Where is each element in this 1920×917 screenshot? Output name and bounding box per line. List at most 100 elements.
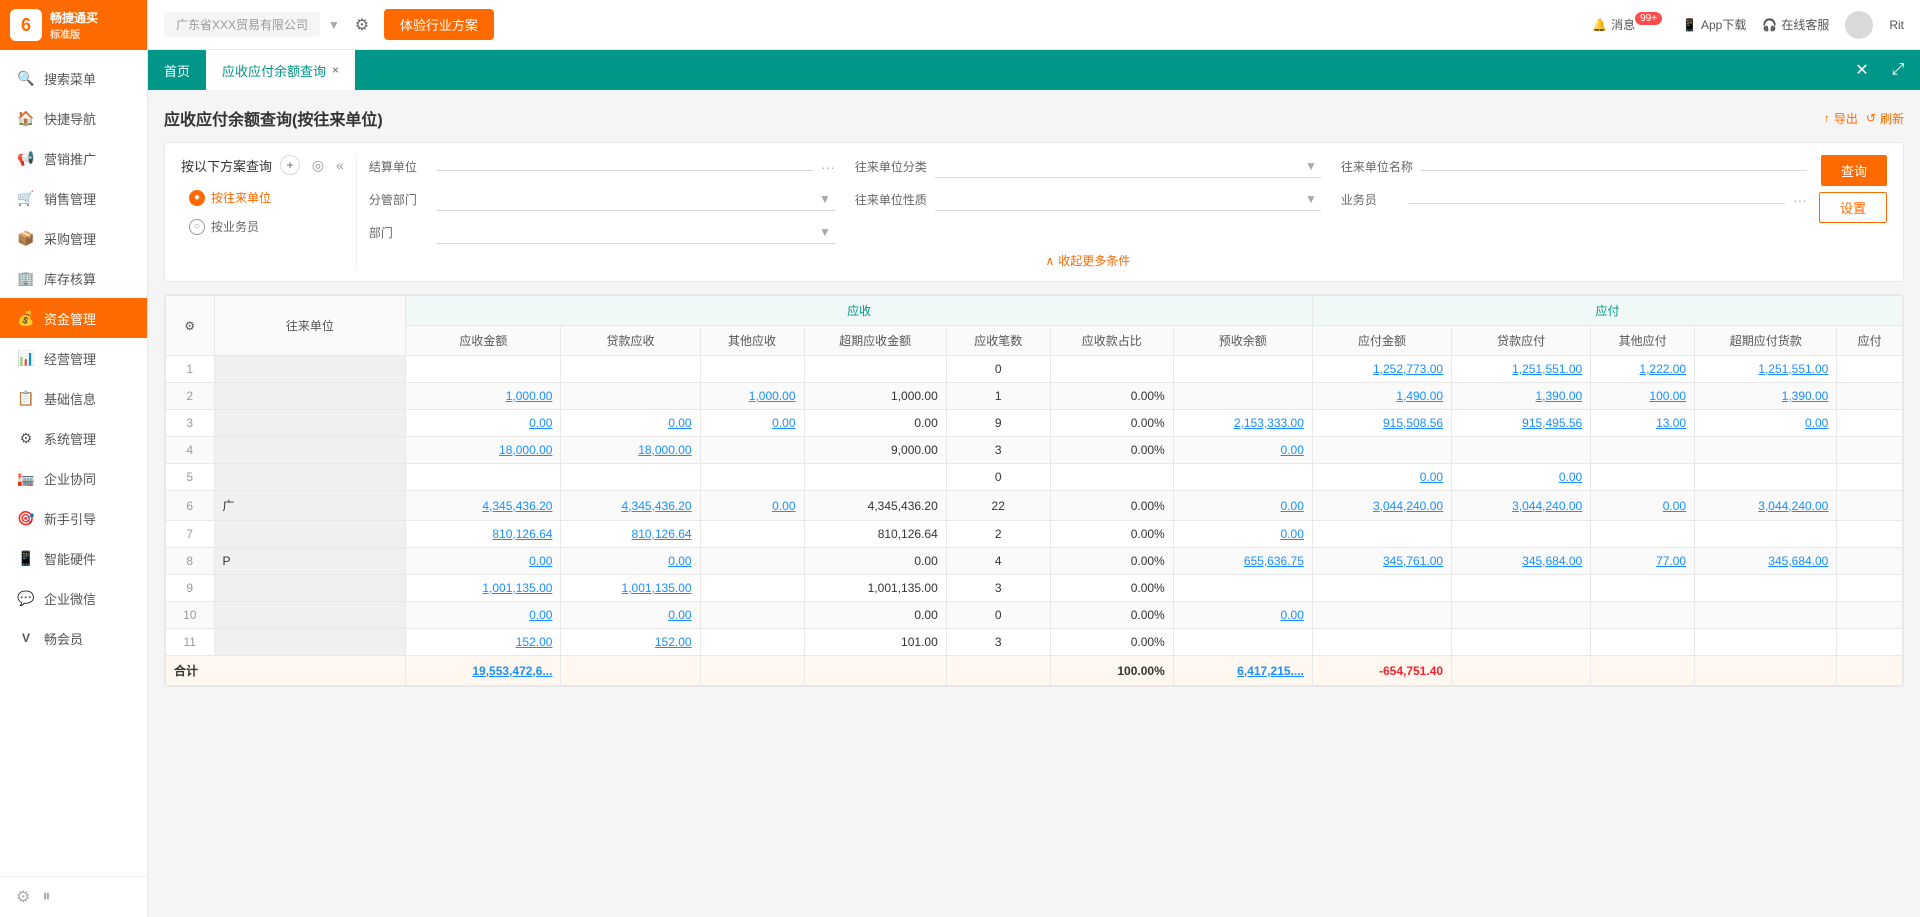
sidebar-item-system[interactable]: ⚙ 系统管理 [0, 418, 147, 458]
sidebar-item-quick-nav[interactable]: 🏠 快捷导航 [0, 98, 147, 138]
collapse-bottom-icon[interactable]: ⏸ [42, 888, 50, 906]
tab-close-window-icon[interactable]: ✕ [1848, 56, 1876, 84]
filter-grid-row2: 分管部门 ▼ 往来单位性质 ▼ 业务员 ··· [369, 188, 1807, 211]
marketing-icon: 📢 [16, 148, 36, 168]
total-rec-loan [561, 656, 700, 686]
total-pay-loan [1452, 656, 1591, 686]
pay-amount-header: 应付金额 [1312, 326, 1451, 356]
app-download-area[interactable]: 📱 App下载 [1682, 16, 1746, 33]
table-container: ⚙ 往来单位 应收 应付 应收金额 贷款应收 其他应收 超期应收金额 应收笔数 … [164, 294, 1904, 687]
online-service-area[interactable]: 🎧 在线客服 [1762, 16, 1829, 33]
main-area: 广东省XXX贸易有限公司 ▼ ⚙ 体验行业方案 🔔 消息 99+ 📱 App下载… [148, 0, 1920, 917]
user-name: Rit [1889, 18, 1904, 32]
sidebar-item-sales[interactable]: 🛒 销售管理 [0, 178, 147, 218]
corp-wechat-icon: 💬 [16, 588, 36, 608]
smart-hw-icon: 📱 [16, 548, 36, 568]
refresh-button[interactable]: ↺ 刷新 [1866, 110, 1904, 127]
unit-category-label: 往来单位分类 [855, 158, 927, 175]
sidebar-item-corp-wechat[interactable]: 💬 企业微信 [0, 578, 147, 618]
scheme-by-salesperson[interactable]: ○ 按业务员 [181, 214, 344, 239]
notification-label: 消息 [1611, 16, 1635, 33]
sidebar-item-enterprise[interactable]: 🏣 企业协同 [0, 458, 147, 498]
settings-gear-icon[interactable]: ⚙ [348, 11, 376, 39]
total-pay-other [1591, 656, 1695, 686]
online-service-label: 在线客服 [1781, 16, 1829, 33]
total-pay-overdue [1695, 656, 1837, 686]
rec-loan-header: 贷款应收 [561, 326, 700, 356]
guide-icon: 🎯 [16, 508, 36, 528]
breadcrumb: 广东省XXX贸易有限公司 [164, 12, 320, 37]
total-rec-prepay[interactable]: 6,417,215.... [1173, 656, 1312, 686]
tab-bar-right: ✕ ⤢ [1848, 56, 1920, 84]
filter-add-button[interactable]: + [280, 155, 300, 175]
sidebar-item-vip[interactable]: V 畅会员 [0, 618, 147, 658]
filter-header: 按以下方案查询 + ◎ « [181, 155, 344, 175]
table-row: 21,000.001,000.001,000.0010.00%1,490.001… [166, 383, 1903, 410]
query-button[interactable]: 查询 [1821, 155, 1887, 186]
page-title: 应收应付余额查询(按往来单位) [164, 106, 383, 130]
sidebar-nav: 🔍 搜索菜单 🏠 快捷导航 📢 营销推广 🛒 销售管理 📦 采购管理 🏢 库存核… [0, 50, 147, 876]
salesperson-label: 业务员 [1341, 191, 1401, 208]
sidebar-item-operation[interactable]: 📊 经营管理 [0, 338, 147, 378]
filter-schemes: ● 按往来单位 ○ 按业务员 [181, 185, 344, 239]
table-row: 100.000.000.0000.00%0.00 [166, 602, 1903, 629]
unit-nature-label: 往来单位性质 [855, 191, 927, 208]
filter-dept: 分管部门 ▼ [369, 188, 835, 211]
pay-other-header: 其他应付 [1591, 326, 1695, 356]
logo-sub: 标准版 [50, 26, 98, 41]
page-title-bar: 应收应付余额查询(按往来单位) ↑ 导出 ↺ 刷新 [164, 106, 1904, 130]
sidebar-item-search-menu[interactable]: 🔍 搜索菜单 [0, 58, 147, 98]
tab-home[interactable]: 首页 [148, 50, 206, 90]
filter-unit-nature: 往来单位性质 ▼ [855, 188, 1321, 211]
filter-salesperson: 业务员 ··· [1341, 188, 1807, 211]
collapse-more-btn[interactable]: ∧ 收起更多条件 [369, 252, 1807, 269]
rec-amount-header: 应收金额 [406, 326, 561, 356]
bell-icon: 🔔 [1592, 18, 1607, 32]
filter-fields: 结算单位 ··· 往来单位分类 ▼ 往来单位名称 [369, 155, 1807, 269]
tab-bar: 首页 应收应付余额查询 × ✕ ⤢ [148, 50, 1920, 90]
table-row: 6广4,345,436.204,345,436.200.004,345,436.… [166, 491, 1903, 521]
receivable-group-header: 应收 [406, 296, 1313, 326]
settings-bottom-icon[interactable]: ⚙ [16, 887, 30, 907]
app-icon: 📱 [1682, 18, 1697, 32]
set-button[interactable]: 设置 [1819, 192, 1887, 223]
sidebar-item-guide[interactable]: 🎯 新手引导 [0, 498, 147, 538]
filter-area: 按以下方案查询 + ◎ « ● 按往来单位 ○ 按业务员 [164, 142, 1904, 282]
scheme-active-dot: ● [189, 190, 205, 206]
filter-grid-row3: 部门 ▼ [369, 221, 1807, 244]
table-row: 7810,126.64810,126.64810,126.6420.00%0.0… [166, 521, 1903, 548]
salesperson-dots[interactable]: ··· [1793, 192, 1807, 208]
filter-scheme-icon[interactable]: ◎ [308, 155, 328, 175]
settlement-unit-dots[interactable]: ··· [821, 159, 835, 175]
sidebar-item-purchase[interactable]: 📦 采购管理 [0, 218, 147, 258]
filter-collapse-icon[interactable]: « [336, 157, 344, 173]
sidebar-item-smart-hw[interactable]: 📱 智能硬件 [0, 538, 147, 578]
filter-action-btns: 查询 设置 [1819, 155, 1887, 269]
table-row: 91,001,135.001,001,135.001,001,135.0030.… [166, 575, 1903, 602]
trial-button[interactable]: 体验行业方案 [384, 9, 494, 40]
rec-prepay-header: 预收余额 [1173, 326, 1312, 356]
payable-group-header: 应付 [1312, 296, 1902, 326]
sidebar-item-base-info[interactable]: 📋 基础信息 [0, 378, 147, 418]
table-settings-header[interactable]: ⚙ [166, 296, 215, 356]
purchase-icon: 📦 [16, 228, 36, 248]
system-icon: ⚙ [16, 428, 36, 448]
tab-close-icon[interactable]: × [332, 63, 339, 77]
settlement-unit-label: 结算单位 [369, 158, 429, 175]
notification-area[interactable]: 🔔 消息 99+ [1592, 16, 1666, 33]
sidebar-logo: 6 畅捷通买 标准版 [0, 0, 147, 50]
tab-receivable-query[interactable]: 应收应付余额查询 × [206, 50, 355, 90]
scheme-by-partner[interactable]: ● 按往来单位 [181, 185, 344, 210]
tab-fullscreen-icon[interactable]: ⤢ [1884, 56, 1912, 84]
pay-extra-header: 应付 [1837, 326, 1903, 356]
sidebar-item-finance[interactable]: 💰 资金管理 [0, 298, 147, 338]
sidebar-item-marketing[interactable]: 📢 营销推广 [0, 138, 147, 178]
export-button[interactable]: ↑ 导出 [1824, 110, 1858, 127]
table-row: 101,252,773.001,251,551.001,222.001,251,… [166, 356, 1903, 383]
rec-other-header: 其他应收 [700, 326, 804, 356]
unit-name-label: 往来单位名称 [1341, 158, 1413, 175]
filter-unit-category: 往来单位分类 ▼ [855, 155, 1321, 178]
total-rec-amount[interactable]: 19,553,472,6... [406, 656, 561, 686]
filter-department: 部门 ▼ [369, 221, 835, 244]
sidebar-item-inventory[interactable]: 🏢 库存核算 [0, 258, 147, 298]
